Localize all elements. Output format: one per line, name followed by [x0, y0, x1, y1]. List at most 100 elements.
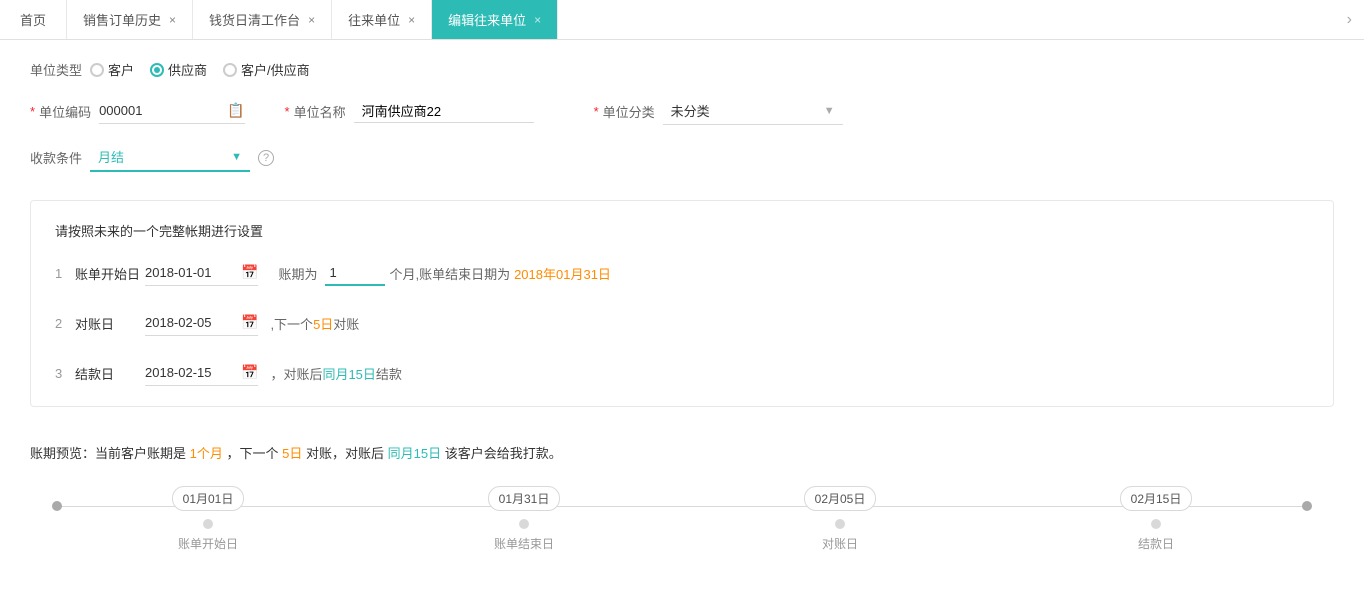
setting-date-2: 📅 [145, 310, 258, 336]
unit-name-required: * [285, 104, 290, 119]
radio-customer[interactable]: 客户 [90, 60, 134, 79]
timeline-badge-3: 02月05日 [804, 486, 877, 511]
tab-cash-work-close[interactable]: × [308, 13, 315, 27]
setting-date-1: 📅 [145, 260, 258, 286]
preview-part3-suffix: 该客户会给我打款。 [445, 446, 562, 461]
tab-expand-btn[interactable]: › [1335, 11, 1364, 29]
timeline-points: 01月01日 账单开始日 01月31日 账单结束日 02月05日 对账日 02月… [50, 486, 1314, 552]
tab-partner-unit[interactable]: 往来单位 × [332, 0, 432, 39]
setting-date-2-input[interactable] [145, 315, 235, 330]
setting-desc-3-highlight: 同月15日 [322, 364, 375, 383]
radio-customer-label: 客户 [108, 60, 134, 79]
period-label: 账期为 [278, 264, 317, 283]
setting-date-3-input[interactable] [145, 365, 235, 380]
unit-info-row: * 单位编码 📋 * 单位名称 * 单位分类 未分类 ▼ [30, 97, 1334, 125]
timeline-label-4: 结款日 [1138, 535, 1174, 552]
radio-supplier-label: 供应商 [168, 60, 207, 79]
unit-code-group: * 单位编码 📋 [30, 98, 245, 124]
timeline: 01月01日 账单开始日 01月31日 账单结束日 02月05日 对账日 02月… [30, 486, 1334, 592]
setting-name-1: 账单开始日 [75, 264, 145, 283]
timeline-label-3: 对账日 [822, 535, 858, 552]
payment-terms-value: 月结 [98, 147, 223, 166]
preview-part3-highlight: 同月15日 [388, 446, 441, 461]
unit-category-group: * 单位分类 未分类 ▼ [594, 97, 843, 125]
setting-desc-2-suffix: 对账 [333, 314, 359, 333]
tab-cash-work[interactable]: 钱货日清工作台 × [193, 0, 332, 39]
setting-desc-2-prefix: ,下一个 [270, 314, 313, 333]
radio-supplier[interactable]: 供应商 [150, 60, 207, 79]
timeline-dot-1 [203, 519, 213, 529]
timeline-label-1: 账单开始日 [178, 535, 238, 552]
setting-row-3: 3 结款日 📅 ，对账后 同月15日 结款 [55, 360, 1309, 386]
tab-partner-unit-close[interactable]: × [408, 13, 415, 27]
timeline-point-1: 01月01日 账单开始日 [172, 486, 245, 552]
unit-code-input-wrapper: 📋 [99, 98, 244, 124]
setting-desc-3-suffix: 结款 [376, 364, 402, 383]
unit-category-label: 单位分类 [603, 102, 655, 121]
setting-row-2: 2 对账日 📅 ,下一个 5日 对账 [55, 310, 1309, 336]
unit-code-input[interactable] [99, 103, 219, 118]
preview-part2-highlight: 5日 [282, 446, 302, 461]
timeline-point-3: 02月05日 对账日 [804, 486, 877, 552]
preview-part1: 1个月 [190, 446, 223, 461]
tab-edit-partner-close[interactable]: × [534, 13, 541, 27]
tab-sales-history[interactable]: 销售订单历史 × [67, 0, 193, 39]
setting-date-1-input[interactable] [145, 265, 235, 280]
tab-partner-unit-label: 往来单位 [348, 10, 400, 29]
setting-number-3: 3 [55, 366, 75, 381]
tab-home-label: 首页 [20, 10, 46, 29]
tab-sales-history-label: 销售订单历史 [83, 10, 161, 29]
timeline-dot-2 [519, 519, 529, 529]
timeline-badge-1: 01月01日 [172, 486, 245, 511]
setting-desc-3-prefix: ，对账后 [270, 364, 322, 383]
setting-name-3: 结款日 [75, 364, 145, 383]
timeline-dot-3 [835, 519, 845, 529]
calendar-icon-1[interactable]: 📅 [241, 264, 258, 281]
unit-type-row: 单位类型 客户 供应商 客户/供应商 [30, 60, 1334, 79]
setting-date-3: 📅 [145, 360, 258, 386]
unit-name-label: 单位名称 [294, 102, 346, 121]
unit-name-input[interactable] [354, 99, 534, 122]
timeline-point-2: 01月31日 账单结束日 [488, 486, 561, 552]
payment-terms-row: 收款条件 月结 ▼ ? [30, 143, 1334, 172]
timeline-badge-2: 01月31日 [488, 486, 561, 511]
payment-terms-select[interactable]: 月结 ▼ [90, 143, 250, 172]
radio-customer-circle [90, 63, 104, 77]
unit-category-value: 未分类 [671, 101, 816, 120]
tab-edit-partner-label: 编辑往来单位 [448, 10, 526, 29]
unit-code-icon[interactable]: 📋 [227, 102, 244, 119]
tab-bar: 首页 销售订单历史 × 钱货日清工作台 × 往来单位 × 编辑往来单位 × › [0, 0, 1364, 40]
radio-group: 客户 供应商 客户/供应商 [90, 60, 310, 79]
tab-home[interactable]: 首页 [0, 0, 67, 39]
calendar-icon-2[interactable]: 📅 [241, 314, 258, 331]
radio-both-label: 客户/供应商 [241, 60, 310, 79]
radio-supplier-circle [150, 63, 164, 77]
radio-both-circle [223, 63, 237, 77]
radio-both[interactable]: 客户/供应商 [223, 60, 310, 79]
setting-number-2: 2 [55, 316, 75, 331]
tab-edit-partner[interactable]: 编辑往来单位 × [432, 0, 558, 39]
timeline-label-2: 账单结束日 [494, 535, 554, 552]
unit-type-group: 单位类型 客户 供应商 客户/供应商 [30, 60, 310, 79]
unit-name-group: * 单位名称 [285, 99, 534, 123]
period-suffix: 个月,账单结束日期为 [389, 264, 510, 283]
unit-code-label: 单位编码 [39, 102, 91, 121]
timeline-badge-4: 02月15日 [1120, 486, 1193, 511]
main-content: 单位类型 客户 供应商 客户/供应商 [0, 40, 1364, 608]
period-input[interactable] [325, 261, 385, 286]
payment-terms-help[interactable]: ? [258, 150, 274, 166]
payment-terms-arrow: ▼ [231, 151, 242, 163]
payment-terms-label: 收款条件 [30, 148, 82, 167]
timeline-dot-4 [1151, 519, 1161, 529]
tab-sales-history-close[interactable]: × [169, 13, 176, 27]
unit-category-arrow: ▼ [824, 105, 835, 117]
period-end-date: 2018年01月31日 [514, 264, 611, 283]
setting-card: 请按照未来的一个完整帐期进行设置 1 账单开始日 📅 账期为 个月,账单结束日期… [30, 200, 1334, 407]
preview-section: 账期预览：当前客户账期是 1个月 ，下一个 5日 对账，对账后 同月15日 该客… [0, 427, 1364, 592]
unit-category-select[interactable]: 未分类 ▼ [663, 97, 843, 125]
payment-terms-group: 收款条件 月结 ▼ ? [30, 143, 274, 172]
setting-desc-2-highlight: 5日 [313, 314, 333, 333]
timeline-point-4: 02月15日 结款日 [1120, 486, 1193, 552]
preview-part2-prefix: ，下一个 [227, 446, 279, 461]
calendar-icon-3[interactable]: 📅 [241, 364, 258, 381]
